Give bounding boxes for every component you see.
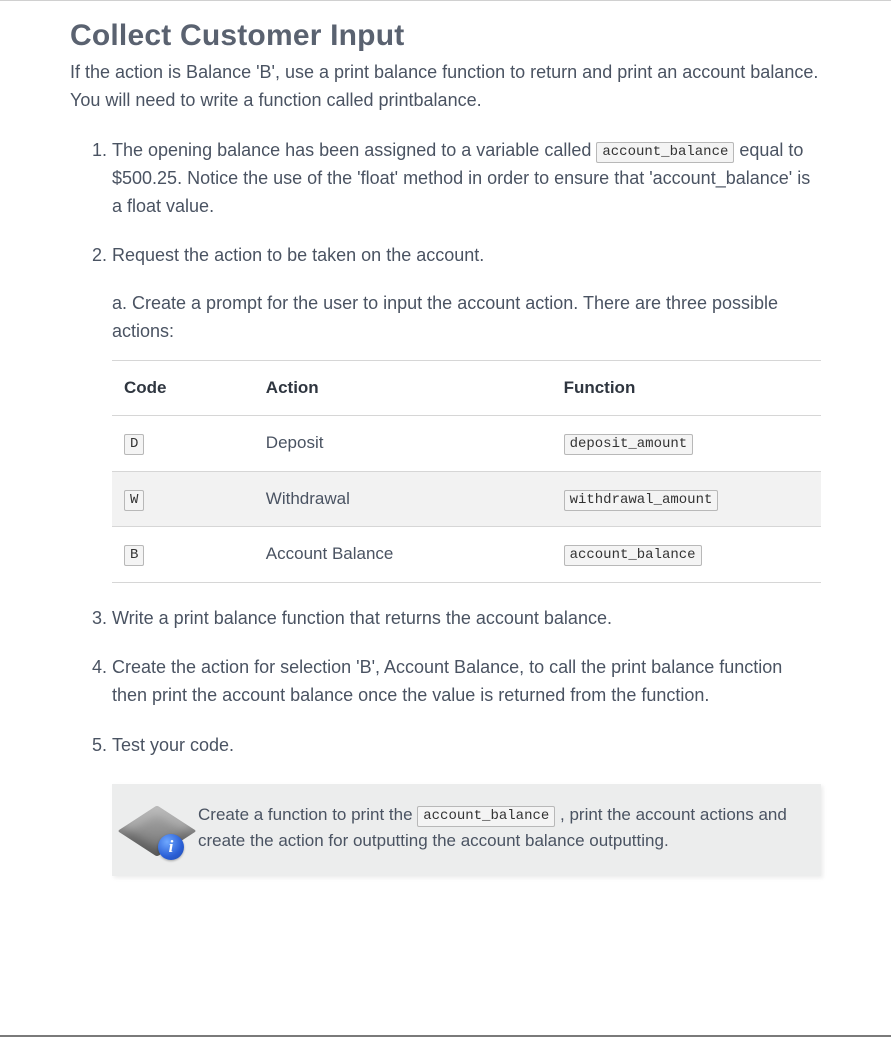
code-b: B bbox=[124, 545, 144, 566]
code-d: D bbox=[124, 434, 144, 455]
table-header-row: Code Action Function bbox=[112, 361, 821, 416]
cell-function: deposit_amount bbox=[552, 416, 821, 471]
th-function: Function bbox=[552, 361, 821, 416]
steps-list: The opening balance has been assigned to… bbox=[70, 137, 821, 760]
callout-text-a: Create a function to print the bbox=[198, 805, 417, 824]
step-2-text: Request the action to be taken on the ac… bbox=[112, 245, 484, 265]
callout-text: Create a function to print the account_b… bbox=[198, 802, 797, 855]
table-row: D Deposit deposit_amount bbox=[112, 416, 821, 471]
step-1: The opening balance has been assigned to… bbox=[112, 137, 821, 221]
code-account-balance-func: account_balance bbox=[564, 545, 702, 566]
intro-paragraph: If the action is Balance 'B', use a prin… bbox=[70, 59, 821, 115]
table-row: B Account Balance account_balance bbox=[112, 527, 821, 582]
th-code: Code bbox=[112, 361, 254, 416]
step-2a-text: a. Create a prompt for the user to input… bbox=[112, 290, 821, 346]
code-account-balance: account_balance bbox=[596, 142, 734, 163]
code-withdrawal-amount: withdrawal_amount bbox=[564, 490, 719, 511]
cell-function: account_balance bbox=[552, 527, 821, 582]
code-deposit-amount: deposit_amount bbox=[564, 434, 694, 455]
table-row: W Withdrawal withdrawal_amount bbox=[112, 471, 821, 526]
cell-function: withdrawal_amount bbox=[552, 471, 821, 526]
cube-info-icon: i bbox=[132, 804, 180, 858]
cell-code: W bbox=[112, 471, 254, 526]
cell-action: Deposit bbox=[254, 416, 552, 471]
actions-table: Code Action Function D Deposit deposit_a… bbox=[112, 360, 821, 582]
step-5: Test your code. bbox=[112, 732, 821, 760]
info-callout: i Create a function to print the account… bbox=[112, 784, 821, 876]
cube-icon bbox=[118, 805, 197, 856]
cell-action: Account Balance bbox=[254, 527, 552, 582]
code-account-balance-callout: account_balance bbox=[417, 806, 555, 827]
step-2: Request the action to be taken on the ac… bbox=[112, 242, 821, 582]
cell-code: B bbox=[112, 527, 254, 582]
code-w: W bbox=[124, 490, 144, 511]
document-page: Collect Customer Input If the action is … bbox=[0, 0, 891, 1037]
info-icon: i bbox=[158, 834, 184, 860]
step-4: Create the action for selection 'B', Acc… bbox=[112, 654, 821, 710]
step-1-text-a: The opening balance has been assigned to… bbox=[112, 140, 596, 160]
step-3: Write a print balance function that retu… bbox=[112, 605, 821, 633]
cell-code: D bbox=[112, 416, 254, 471]
page-title: Collect Customer Input bbox=[70, 19, 821, 53]
step-2-sub: a. Create a prompt for the user to input… bbox=[112, 290, 821, 582]
th-action: Action bbox=[254, 361, 552, 416]
cell-action: Withdrawal bbox=[254, 471, 552, 526]
